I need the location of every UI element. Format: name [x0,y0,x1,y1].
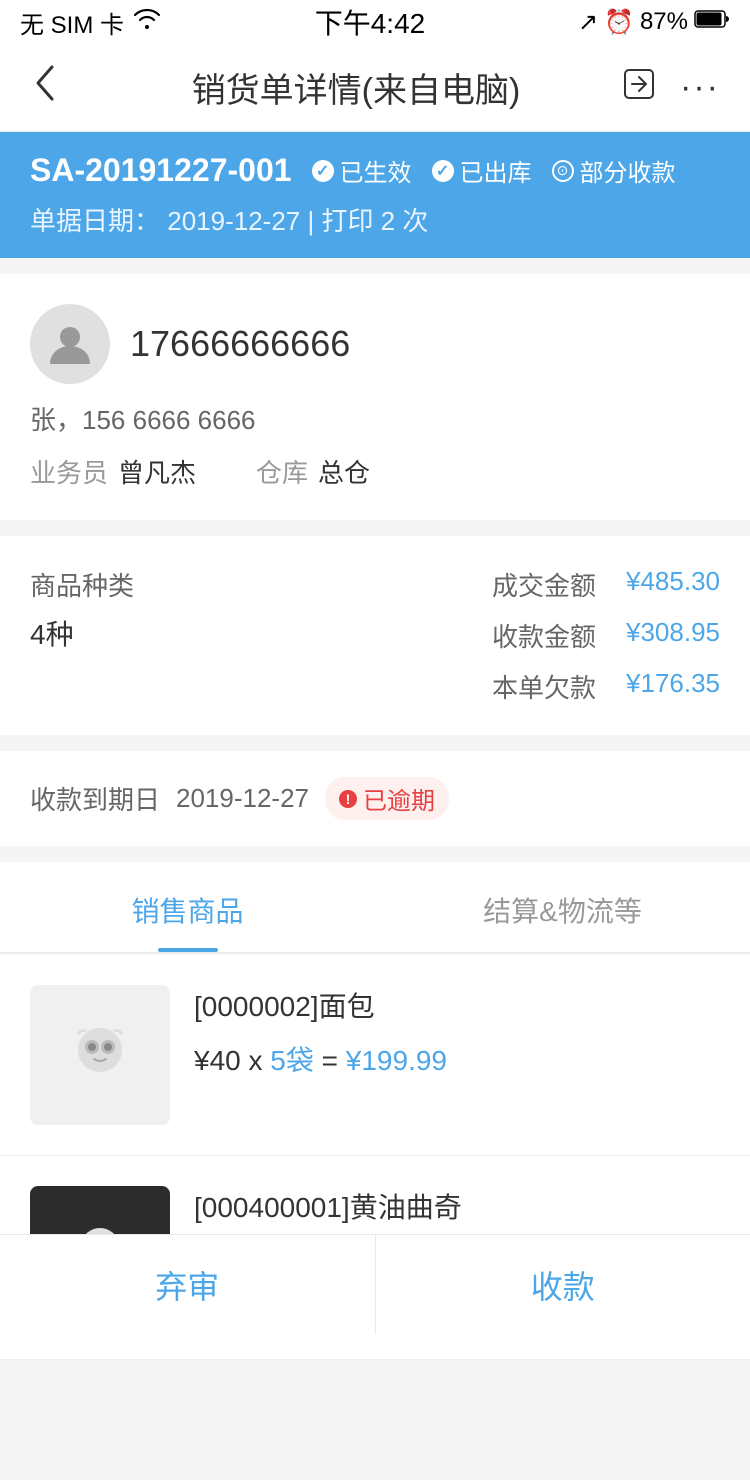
battery-level: 87% [640,8,688,36]
product-name-1: [0000002]面包 [194,985,720,1025]
sim-status: 无 SIM 卡 [20,5,124,40]
product-info-1: [0000002]面包 ¥40 x 5袋 = ¥199.99 [194,985,720,1125]
customer-section: 17666666666 张，156 6666 6666 业务员 曾凡杰 仓库 总… [0,274,750,520]
tabs-section: 销售商品 结算&物流等 [0,862,750,953]
status-time: 下午4:42 [315,2,426,42]
owed-amount-row: 本单欠款 ¥176.35 [492,668,720,705]
deal-amount-row: 成交金额 ¥485.30 [492,566,720,603]
back-button[interactable] [30,59,90,116]
order-id: SA-20191227-001 [30,152,292,189]
nav-bar: 销货单详情(来自电脑) ··· [0,44,750,132]
product-image-1 [30,985,170,1125]
cancel-review-button[interactable]: 弃审 [0,1235,376,1334]
overdue-text: 已逾期 [363,781,435,816]
due-date-value: 2019-12-27 [176,783,309,814]
product-item-1: [0000002]面包 ¥40 x 5袋 = ¥199.99 [0,955,750,1156]
product-types-value: 4种 [30,613,134,653]
clock-icon: ⊙ [552,160,574,182]
alarm-icon: ⏰ [604,8,634,37]
status-effective: ✓ 已生效 [312,153,412,188]
nav-actions: ··· [622,67,720,109]
status-bar: 无 SIM 卡 下午4:42 ↗ ⏰ 87% [0,0,750,44]
status-partial-payment: ⊙ 部分收款 [552,153,676,188]
order-header-row: SA-20191227-001 ✓ 已生效 ✓ 已出库 ⊙ 部分收款 [30,152,720,189]
battery-icon [694,8,730,36]
share-icon[interactable] [622,67,656,109]
status-right: ↗ ⏰ 87% [578,8,730,37]
customer-phone: 17666666666 [130,323,350,365]
received-amount-row: 收款金额 ¥308.95 [492,617,720,654]
status-left: 无 SIM 卡 [20,5,162,40]
due-date-label: 收款到期日 [30,780,160,817]
header-banner: SA-20191227-001 ✓ 已生效 ✓ 已出库 ⊙ 部分收款 单据日期：… [0,132,750,258]
product-name-2: [000400001]黄油曲奇 [194,1186,720,1226]
customer-meta: 业务员 曾凡杰 仓库 总仓 [30,453,720,490]
tab-sales-products[interactable]: 销售商品 [0,862,375,952]
product-types-label: 商品种类 [30,566,134,603]
overdue-icon: ! [339,790,357,808]
tab-settlement-logistics[interactable]: 结算&物流等 [375,862,750,952]
check-icon-1: ✓ [312,160,334,182]
warehouse-meta: 仓库 总仓 [256,453,370,490]
wifi-icon [132,8,162,37]
collect-payment-button[interactable]: 收款 [376,1235,750,1334]
overdue-badge: ! 已逾期 [325,777,449,820]
header-date: 单据日期： 2019-12-27 | 打印 2 次 [30,201,720,238]
customer-name: 张，156 6666 6666 [30,400,720,437]
status-shipped: ✓ 已出库 [432,153,532,188]
avatar [30,304,110,384]
stats-left: 商品种类 4种 [30,566,134,653]
location-icon: ↗ [578,8,598,37]
stats-right: 成交金额 ¥485.30 收款金额 ¥308.95 本单欠款 ¥176.35 [492,566,720,705]
stats-section: 商品种类 4种 成交金额 ¥485.30 收款金额 ¥308.95 本单欠款 ¥… [0,536,750,735]
customer-row: 17666666666 [30,304,720,384]
more-icon[interactable]: ··· [680,68,720,107]
page-title: 销货单详情(来自电脑) [192,63,521,112]
product-price-1: ¥40 x 5袋 = ¥199.99 [194,1039,720,1079]
salesperson-meta: 业务员 曾凡杰 [30,453,196,490]
bottom-bar: 弃审 收款 [0,1234,750,1334]
due-section: 收款到期日 2019-12-27 ! 已逾期 [0,751,750,846]
check-icon-2: ✓ [432,160,454,182]
